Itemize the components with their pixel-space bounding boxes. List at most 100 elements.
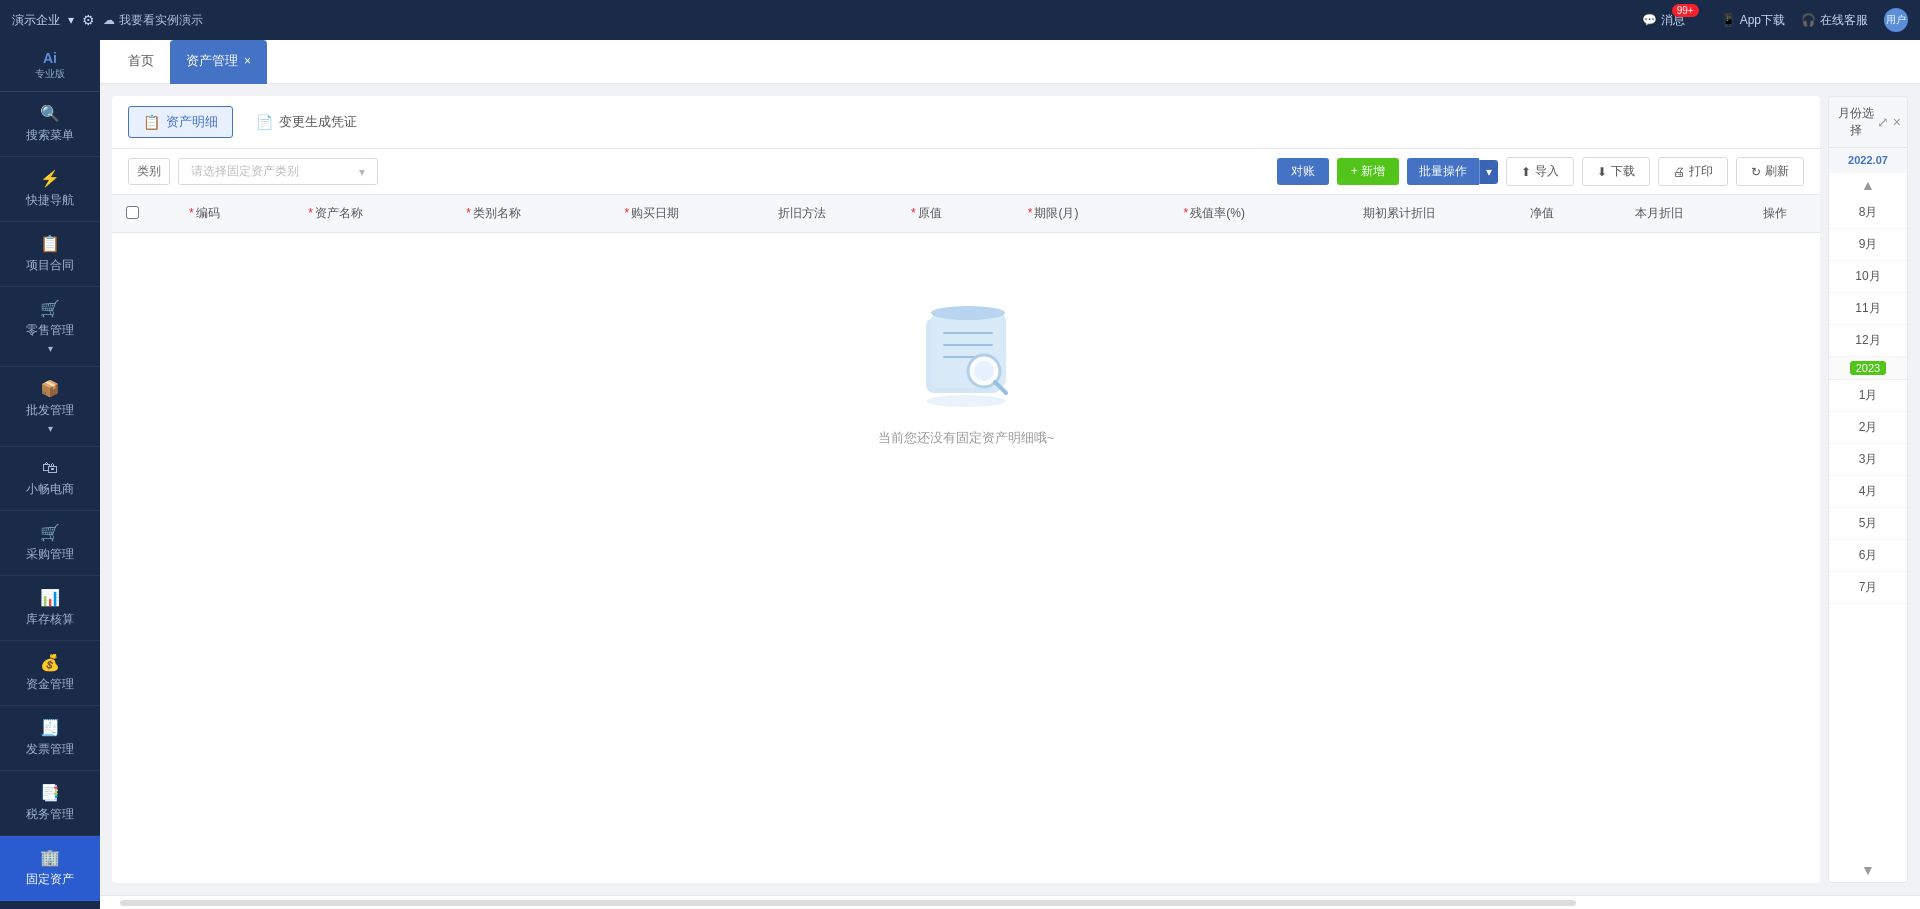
month-nav-down-button[interactable]: ▼ <box>1861 862 1875 878</box>
horizontal-scrollbar[interactable] <box>120 900 1576 906</box>
avatar[interactable]: 用户 <box>1884 8 1908 32</box>
month-item-2023-7[interactable]: 7月 <box>1829 572 1907 604</box>
company-dropdown[interactable]: ▾ <box>68 13 74 27</box>
sub-tab-change-voucher[interactable]: 📄 变更生成凭证 <box>241 106 372 138</box>
message-icon: 💬 <box>1642 13 1657 27</box>
tab-home[interactable]: 首页 <box>112 40 170 84</box>
sidebar-item-retail[interactable]: 🛒 零售管理 ▾ <box>0 287 100 367</box>
print-icon: 🖨 <box>1673 165 1685 179</box>
top-bar-right: 💬 消息 99+ 📱 App下载 🎧 在线客服 用户 <box>1642 8 1908 32</box>
tab-close-icon[interactable]: × <box>244 54 251 68</box>
app-icon: 📱 <box>1721 13 1736 27</box>
batch-ops-group: 批量操作 ▾ <box>1407 158 1498 185</box>
main-content: 首页 资产管理 × 📋 资产明细 📄 变更生成凭证 <box>100 40 1920 909</box>
th-code: *编码 <box>152 195 256 233</box>
category-dropdown-icon: ▾ <box>359 165 365 179</box>
sidebar-item-ecommerce[interactable]: 🛍 小畅电商 <box>0 447 100 511</box>
sidebar-item-ecommerce-label: 小畅电商 <box>26 481 74 498</box>
tax-icon: 📑 <box>40 783 60 802</box>
app-download-button[interactable]: 📱 App下载 <box>1721 12 1785 29</box>
download-button[interactable]: ⬇ 下载 <box>1582 157 1650 186</box>
select-all-checkbox[interactable] <box>126 206 139 219</box>
sidebar-item-fixed-assets-label: 固定资产 <box>26 871 74 888</box>
sidebar-item-project[interactable]: 📋 项目合同 <box>0 222 100 287</box>
toolbar: 类别 请选择固定资产类别 ▾ 对账 + 新增 批量操作 <box>112 149 1820 195</box>
month-picker-title: 月份选择 <box>1835 105 1877 139</box>
reconcile-button[interactable]: 对账 <box>1277 158 1329 185</box>
month-picker-close-icon[interactable]: × <box>1893 114 1901 130</box>
online-service-button[interactable]: 🎧 在线客服 <box>1801 12 1868 29</box>
month-item-8[interactable]: 8月 <box>1829 197 1907 229</box>
search-icon: 🔍 <box>40 104 60 123</box>
sidebar-item-purchase[interactable]: 🛒 采购管理 <box>0 511 100 576</box>
month-item-2023-3[interactable]: 3月 <box>1829 444 1907 476</box>
th-actions: 操作 <box>1730 195 1820 233</box>
sidebar-logo: Ai 专业版 <box>0 40 100 92</box>
month-item-11[interactable]: 11月 <box>1829 293 1907 325</box>
table-container: *编码 *资产名称 *类别名称 *购买日期 折旧方法 *原值 *期限(月) *残… <box>112 195 1820 883</box>
sidebar-item-purchase-label: 采购管理 <box>26 546 74 563</box>
svg-point-3 <box>931 306 1005 320</box>
sidebar-item-quick-nav[interactable]: ⚡ 快捷导航 <box>0 157 100 222</box>
month-nav-down: ▼ <box>1829 858 1907 882</box>
th-checkbox <box>112 195 152 233</box>
th-residual-rate: *残值率(%) <box>1128 195 1301 233</box>
settings-icon[interactable]: ⚙ <box>82 12 95 28</box>
refresh-button[interactable]: ↻ 刷新 <box>1736 157 1804 186</box>
tab-asset-management[interactable]: 资产管理 × <box>170 40 267 84</box>
batch-ops-button[interactable]: 批量操作 <box>1407 158 1479 185</box>
month-item-2023-6[interactable]: 6月 <box>1829 540 1907 572</box>
inventory-icon: 📊 <box>40 588 60 607</box>
th-category: *类别名称 <box>415 195 573 233</box>
month-picker-expand-icon[interactable]: ⤢ <box>1877 114 1889 130</box>
sidebar-item-invoice[interactable]: 🧾 发票管理 <box>0 706 100 771</box>
empty-illustration <box>896 293 1036 413</box>
sidebar-item-inventory[interactable]: 📊 库存核算 <box>0 576 100 641</box>
month-item-2023-4[interactable]: 4月 <box>1829 476 1907 508</box>
month-display: 2022.07 <box>1829 148 1907 173</box>
sidebar-item-quicknav-label: 快捷导航 <box>26 192 74 209</box>
top-bar: 演示企业 ▾ ⚙ ☁ 我要看实例演示 💬 消息 99+ 📱 App下载 🎧 在线… <box>0 0 1920 40</box>
sidebar-item-inventory-label: 库存核算 <box>26 611 74 628</box>
finance-icon: 💰 <box>40 653 60 672</box>
year-2023-label: 2023 <box>1829 357 1907 380</box>
app-edition: 专业版 <box>8 67 92 81</box>
category-label: 类别 <box>128 158 170 185</box>
import-button[interactable]: ⬆ 导入 <box>1506 157 1574 186</box>
app-layout: Ai 专业版 🔍 搜索菜单 ⚡ 快捷导航 📋 项目合同 🛒 零售管理 ▾ 📦 批… <box>0 40 1920 909</box>
sub-tab-asset-detail[interactable]: 📋 资产明细 <box>128 106 233 138</box>
month-item-2023-5[interactable]: 5月 <box>1829 508 1907 540</box>
sidebar-item-salary[interactable]: 💵 工资 <box>0 901 100 909</box>
category-select[interactable]: 请选择固定资产类别 ▾ <box>178 158 378 185</box>
month-item-2023-1[interactable]: 1月 <box>1829 380 1907 412</box>
month-item-9[interactable]: 9月 <box>1829 229 1907 261</box>
download-icon: ⬇ <box>1597 165 1607 179</box>
wholesale-icon: 📦 <box>40 379 60 398</box>
sidebar-item-fixed-assets[interactable]: 🏢 固定资产 <box>0 836 100 901</box>
th-purchase-date: *购买日期 <box>573 195 731 233</box>
demo-link[interactable]: ☁ 我要看实例演示 <box>103 12 203 29</box>
sidebar: Ai 专业版 🔍 搜索菜单 ⚡ 快捷导航 📋 项目合同 🛒 零售管理 ▾ 📦 批… <box>0 40 100 909</box>
th-depreciation-method: 折旧方法 <box>731 195 874 233</box>
month-item-10[interactable]: 10月 <box>1829 261 1907 293</box>
batch-dropdown-icon: ▾ <box>1486 165 1492 179</box>
th-monthly-depreciation: 本月折旧 <box>1587 195 1730 233</box>
tab-bar: 首页 资产管理 × <box>100 40 1920 84</box>
print-button[interactable]: 🖨 打印 <box>1658 157 1728 186</box>
change-voucher-icon: 📄 <box>256 114 273 130</box>
sidebar-item-finance[interactable]: 💰 资金管理 <box>0 641 100 706</box>
sidebar-item-search[interactable]: 🔍 搜索菜单 <box>0 92 100 157</box>
batch-ops-dropdown[interactable]: ▾ <box>1479 160 1498 184</box>
add-button[interactable]: + 新增 <box>1337 158 1399 185</box>
refresh-icon: ↻ <box>1751 165 1761 179</box>
message-button[interactable]: 💬 消息 99+ <box>1642 12 1685 29</box>
month-item-12[interactable]: 12月 <box>1829 325 1907 357</box>
sidebar-item-wholesale[interactable]: 📦 批发管理 ▾ <box>0 367 100 447</box>
purchase-icon: 🛒 <box>40 523 60 542</box>
sidebar-item-tax[interactable]: 📑 税务管理 <box>0 771 100 836</box>
toolbar-left: 类别 请选择固定资产类别 ▾ <box>128 158 1269 185</box>
month-item-2023-2[interactable]: 2月 <box>1829 412 1907 444</box>
month-nav-up-button[interactable]: ▲ <box>1861 177 1875 193</box>
th-period-months: *期限(月) <box>979 195 1128 233</box>
company-name: 演示企业 <box>12 12 60 29</box>
